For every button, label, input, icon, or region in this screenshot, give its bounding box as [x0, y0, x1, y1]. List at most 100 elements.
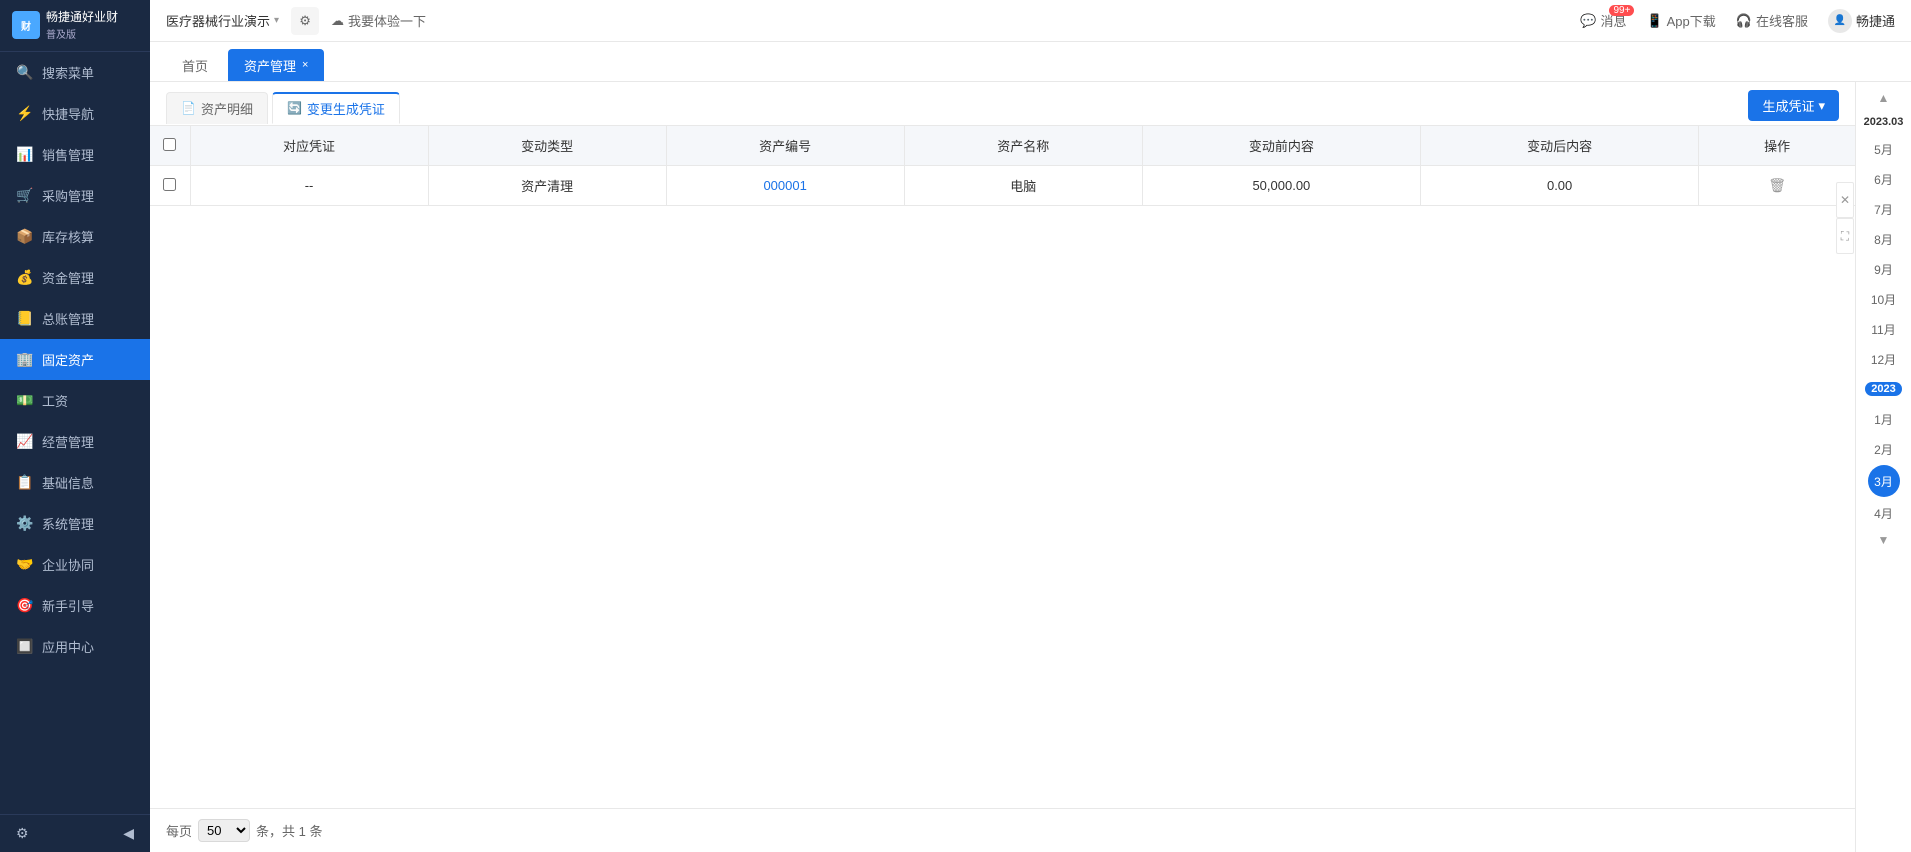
row-checkbox[interactable]: [163, 178, 176, 191]
delete-icon[interactable]: 🗑: [1768, 177, 1786, 193]
sidebar-item-management[interactable]: 📈 经营管理: [0, 421, 150, 462]
sidebar-label-management: 经营管理: [42, 432, 94, 451]
collapse-icon[interactable]: ◀: [123, 825, 134, 842]
management-icon: 📈: [16, 432, 34, 450]
table-header-row: 对应凭证 变动类型 资产编号 资产名称 变动前内容 变动后内容 操作: [150, 126, 1855, 166]
sidebar-label-search: 搜索菜单: [42, 63, 94, 82]
user-menu[interactable]: 👤 畅捷通: [1828, 9, 1895, 33]
tab-close-asset-mgmt[interactable]: ×: [302, 59, 308, 71]
month-10[interactable]: 10月: [1861, 285, 1907, 313]
enterprise-icon: 🤝: [16, 555, 34, 573]
month-2023-1[interactable]: 1月: [1861, 405, 1907, 433]
app-logo: 财 畅捷通好业财 普及版: [0, 0, 150, 52]
company-selector[interactable]: 医疗器械行业演示 ▾: [166, 11, 279, 30]
message-badge: 99+: [1609, 5, 1634, 16]
main-container: 医疗器械行业演示 ▾ ⚙ ☁ 我要体验一下 💬 消息 99+ 📱 App下载 🎧…: [150, 0, 1911, 852]
col-before-change: 变动前内容: [1142, 126, 1420, 166]
month-9[interactable]: 9月: [1861, 255, 1907, 283]
inventory-icon: 📦: [16, 227, 34, 245]
experience-label: 我要体验一下: [348, 11, 426, 30]
sidebar-label-ledger: 总账管理: [42, 309, 94, 328]
service-label: 在线客服: [1756, 11, 1808, 30]
row-after-change: 0.00: [1421, 166, 1699, 206]
per-page-label: 每页: [166, 821, 192, 840]
table-row: -- 资产清理 000001 电脑 50,000.00 0.00 🗑: [150, 166, 1855, 206]
message-button[interactable]: 💬 消息 99+: [1580, 11, 1626, 30]
sidebar-scroll: 🔍 搜索菜单 ⚡ 快捷导航 📊 销售管理 🛒 采购管理 📦 库存核算 💰 资金管…: [0, 52, 150, 814]
guide-icon: 🎯: [16, 596, 34, 614]
app-download-button[interactable]: 📱 App下载: [1646, 11, 1715, 30]
sidebar-item-ledger[interactable]: 📒 总账管理: [0, 298, 150, 339]
month-2023-2[interactable]: 2月: [1861, 435, 1907, 463]
sidebar-label-quick-nav: 快捷导航: [42, 104, 94, 123]
sub-tab-change-voucher-label: 变更生成凭证: [307, 99, 385, 118]
logo-text: 畅捷通好业财: [46, 10, 118, 26]
side-panel-close-button[interactable]: ✕: [1836, 182, 1854, 218]
month-12[interactable]: 12月: [1861, 345, 1907, 373]
app-download-icon: 📱: [1646, 13, 1662, 29]
sidebar-item-system[interactable]: ⚙️ 系统管理: [0, 503, 150, 544]
side-panel-up-button[interactable]: ▲: [1872, 86, 1896, 110]
month-6[interactable]: 6月: [1861, 165, 1907, 193]
sidebar-label-app-center: 应用中心: [42, 637, 94, 656]
sidebar-bottom: ⚙ ◀: [0, 814, 150, 852]
sidebar-item-fund[interactable]: 💰 资金管理: [0, 257, 150, 298]
row-asset-name: 电脑: [904, 166, 1142, 206]
year-2023-label: 2023: [1861, 375, 1907, 403]
topbar-settings-button[interactable]: ⚙: [291, 7, 319, 35]
sidebar-item-search[interactable]: 🔍 搜索菜单: [0, 52, 150, 93]
sidebar-item-inventory[interactable]: 📦 库存核算: [0, 216, 150, 257]
month-5[interactable]: 5月: [1861, 135, 1907, 163]
sidebar-item-quick-nav[interactable]: ⚡ 快捷导航: [0, 93, 150, 134]
salary-icon: 💵: [16, 391, 34, 409]
company-name: 医疗器械行业演示: [166, 11, 270, 30]
sidebar-item-basic-info[interactable]: 📋 基础信息: [0, 462, 150, 503]
select-all-checkbox[interactable]: [163, 138, 176, 151]
col-after-change: 变动后内容: [1421, 126, 1699, 166]
tab-asset-mgmt[interactable]: 资产管理×: [228, 49, 324, 81]
ledger-icon: 📒: [16, 309, 34, 327]
month-7[interactable]: 7月: [1861, 195, 1907, 223]
month-11[interactable]: 11月: [1861, 315, 1907, 343]
col-change-type: 变动类型: [428, 126, 666, 166]
topbar-right: 💬 消息 99+ 📱 App下载 🎧 在线客服 👤 畅捷通: [1580, 9, 1895, 33]
month-8[interactable]: 8月: [1861, 225, 1907, 253]
side-panel-expand-button[interactable]: ⛶: [1836, 218, 1854, 254]
sub-tab-asset-detail-label: 资产明细: [201, 99, 253, 118]
sidebar-label-guide: 新手引导: [42, 596, 94, 615]
purchase-icon: 🛒: [16, 186, 34, 204]
generate-voucher-button[interactable]: 生成凭证 ▾: [1748, 90, 1839, 121]
month-2023-3[interactable]: 3月: [1868, 465, 1900, 497]
experience-icon: ☁: [331, 13, 344, 29]
month-2023-4[interactable]: 4月: [1861, 499, 1907, 527]
sidebar-item-app-center[interactable]: 🔲 应用中心: [0, 626, 150, 667]
service-icon: 🎧: [1736, 13, 1752, 29]
row-asset-code[interactable]: 000001: [666, 166, 904, 206]
experience-button[interactable]: ☁ 我要体验一下: [331, 11, 426, 30]
sidebar-item-purchase[interactable]: 🛒 采购管理: [0, 175, 150, 216]
per-page-select[interactable]: 50 10 20 100: [198, 819, 250, 842]
total-label: 条，共 1 条: [256, 821, 322, 840]
sidebar-item-enterprise[interactable]: 🤝 企业协同: [0, 544, 150, 585]
logo-sub: 普及版: [46, 26, 118, 41]
sidebar-item-fixed-assets[interactable]: 🏢 固定资产: [0, 339, 150, 380]
sidebar-label-basic-info: 基础信息: [42, 473, 94, 492]
tab-home[interactable]: 首页: [166, 49, 224, 81]
sidebar-item-salary[interactable]: 💵 工资: [0, 380, 150, 421]
row-voucher: --: [190, 166, 428, 206]
tab-label-home: 首页: [182, 56, 208, 75]
settings-bottom-icon[interactable]: ⚙: [16, 825, 29, 842]
app-download-label: App下载: [1667, 11, 1716, 30]
sidebar: 财 畅捷通好业财 普及版 🔍 搜索菜单 ⚡ 快捷导航 📊 销售管理 🛒 采购管理…: [0, 0, 150, 852]
sub-tab-asset-detail[interactable]: 📄 资产明细: [166, 92, 268, 124]
online-service-button[interactable]: 🎧 在线客服: [1736, 11, 1808, 30]
side-panel-down-button[interactable]: ▼: [1872, 528, 1896, 552]
sidebar-label-sales: 销售管理: [42, 145, 94, 164]
logo-icon: 财: [12, 11, 40, 39]
pagination: 每页 50 10 20 100 条，共 1 条: [150, 808, 1855, 852]
message-icon: 💬: [1580, 13, 1596, 29]
sidebar-item-guide[interactable]: 🎯 新手引导: [0, 585, 150, 626]
sub-tab-change-voucher[interactable]: 🔄 变更生成凭证: [272, 92, 400, 124]
sidebar-item-sales[interactable]: 📊 销售管理: [0, 134, 150, 175]
quick-nav-icon: ⚡: [16, 104, 34, 122]
